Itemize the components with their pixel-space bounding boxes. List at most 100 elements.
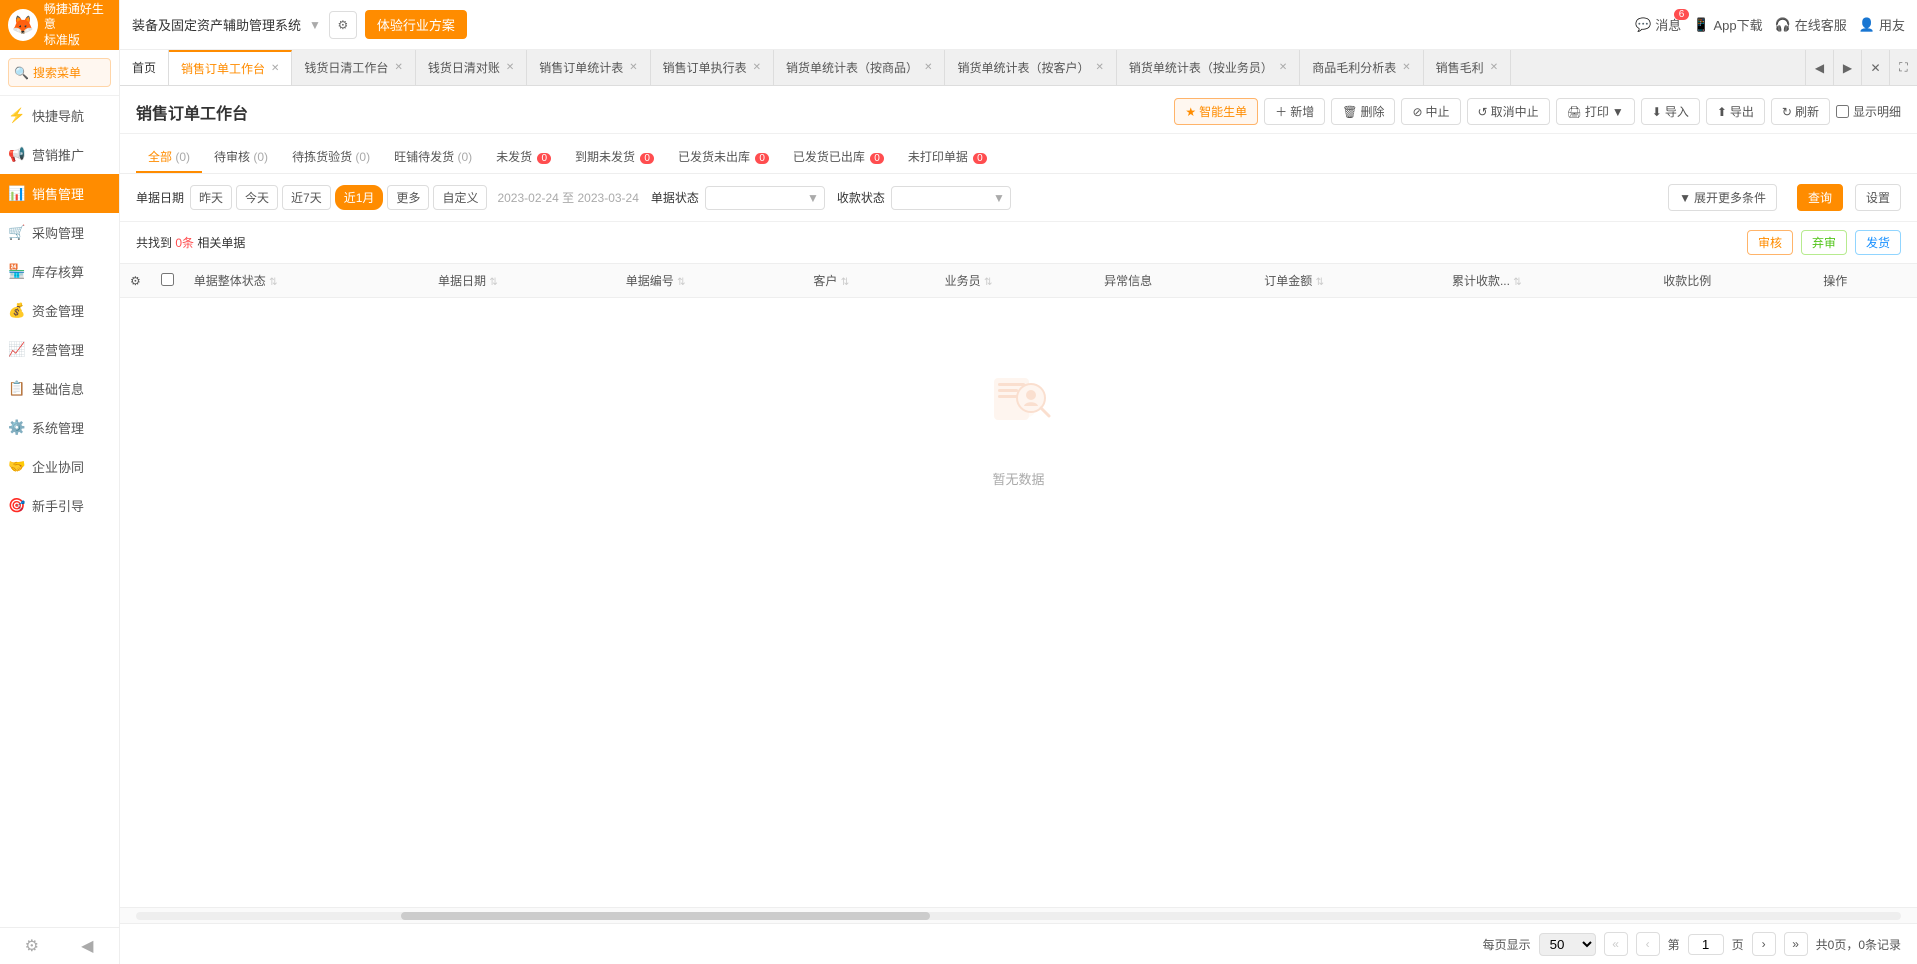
tab-close-all-button[interactable]: ✕ xyxy=(1861,50,1889,86)
prev-page-button[interactable]: ‹ xyxy=(1636,932,1660,956)
sidebar-item-inventory[interactable]: 🏪 库存核算 xyxy=(0,252,119,291)
filter-settings-button[interactable]: 设置 xyxy=(1855,184,1901,211)
sub-tab-shipped-out[interactable]: 已发货已出库 0 xyxy=(781,142,896,173)
payment-select[interactable] xyxy=(891,186,1011,210)
industry-plan-button[interactable]: 体验行业方案 xyxy=(365,10,467,39)
import-button[interactable]: ⬇ 导入 xyxy=(1641,98,1700,125)
ship-button[interactable]: 发货 xyxy=(1855,230,1901,255)
col-settings[interactable]: ⚙ xyxy=(120,264,151,298)
page-size-select[interactable]: 50 100 200 xyxy=(1539,933,1596,956)
smart-create-button[interactable]: ★ 智能生单 xyxy=(1174,98,1258,125)
tab-sales-more[interactable]: 销售毛利 ✕ xyxy=(1424,50,1511,86)
tab-close-goods-margin[interactable]: ✕ xyxy=(1402,62,1410,73)
money-icon: 💰 xyxy=(8,302,26,319)
query-button[interactable]: 查询 xyxy=(1797,184,1843,211)
sidebar-search-button[interactable]: 🔍 搜索菜单 xyxy=(8,58,111,87)
sidebar-item-system[interactable]: ⚙️ 系统管理 xyxy=(0,408,119,447)
tab-home[interactable]: 首页 xyxy=(120,50,169,86)
refresh-button[interactable]: ↻ 刷新 xyxy=(1771,98,1830,125)
stop-button[interactable]: ⊘ 中止 xyxy=(1401,98,1460,125)
scrollbar-thumb[interactable] xyxy=(401,912,931,920)
topbar-right-area: 💬 消息 6 📱 App下载 🎧 在线客服 👤 用友 xyxy=(1635,15,1905,34)
tab-sales-stats[interactable]: 销售订单统计表 ✕ xyxy=(527,50,650,86)
tab-goods-margin[interactable]: 商品毛利分析表 ✕ xyxy=(1300,50,1423,86)
tab-close-cash-reconcile[interactable]: ✕ xyxy=(506,62,514,73)
first-page-button[interactable]: « xyxy=(1604,932,1628,956)
tab-scroll-left-button[interactable]: ◀ xyxy=(1805,50,1833,86)
tab-close-cash-daily[interactable]: ✕ xyxy=(394,62,402,73)
date-btn-7days[interactable]: 近7天 xyxy=(282,185,331,210)
cancel-audit-button[interactable]: 弃审 xyxy=(1801,230,1847,255)
tab-close-sales-exec[interactable]: ✕ xyxy=(753,62,761,73)
tab-cargo-stats-staff[interactable]: 销货单统计表（按业务员） ✕ xyxy=(1117,50,1300,86)
cancel-stop-button[interactable]: ↺ 取消中止 xyxy=(1467,98,1550,125)
tab-scroll-right-button[interactable]: ▶ xyxy=(1833,50,1861,86)
export-button[interactable]: ⬆ 导出 xyxy=(1706,98,1765,125)
tab-sales-order[interactable]: 销售订单工作台 ✕ xyxy=(169,50,292,86)
sub-tab-pending-review[interactable]: 待审核 (0) xyxy=(202,142,280,173)
online-service-button[interactable]: 🎧 在线客服 xyxy=(1775,15,1847,34)
col-customer[interactable]: 客户 ⇅ xyxy=(803,264,934,298)
sidebar-item-finance[interactable]: 💰 资金管理 xyxy=(0,291,119,330)
show-detail-checkbox[interactable] xyxy=(1836,105,1849,118)
col-amount[interactable]: 订单金额 ⇅ xyxy=(1254,264,1442,298)
tab-close-cargo-staff[interactable]: ✕ xyxy=(1279,62,1287,73)
date-btn-more[interactable]: 更多 xyxy=(387,185,429,210)
delete-button[interactable]: 🗑 删除 xyxy=(1331,98,1395,125)
date-btn-yesterday[interactable]: 昨天 xyxy=(190,185,232,210)
tab-cargo-stats-cust[interactable]: 销货单统计表（按客户） ✕ xyxy=(945,50,1116,86)
last-page-button[interactable]: » xyxy=(1784,932,1808,956)
col-number[interactable]: 单据编号 ⇅ xyxy=(616,264,804,298)
status-select[interactable] xyxy=(705,186,825,210)
page-number-input[interactable] xyxy=(1688,934,1724,955)
tab-cargo-stats-prod[interactable]: 销货单统计表（按商品） ✕ xyxy=(774,50,945,86)
tab-close-sales-order[interactable]: ✕ xyxy=(271,63,279,74)
sidebar-item-enterprise[interactable]: 🤝 企业协同 xyxy=(0,447,119,486)
sidebar-item-base-info[interactable]: 📋 基础信息 xyxy=(0,369,119,408)
sub-tab-unshipped[interactable]: 未发货 0 xyxy=(484,142,563,173)
tab-cash-daily[interactable]: 钱货日清工作台 ✕ xyxy=(292,50,415,86)
settings-bottom-button[interactable]: ⚙ xyxy=(8,936,56,956)
table-scroll-area[interactable]: ⚙ 单据整体状态 ⇅ 单据日期 ⇅ 单据编号 xyxy=(120,263,1917,907)
message-button[interactable]: 💬 消息 6 xyxy=(1635,15,1681,34)
tab-cash-reconcile[interactable]: 钱货日清对账 ✕ xyxy=(416,50,527,86)
col-staff[interactable]: 业务员 ⇅ xyxy=(935,264,1094,298)
sub-tab-unprinted[interactable]: 未打印单据 0 xyxy=(896,142,999,173)
horizontal-scrollbar[interactable] xyxy=(120,907,1917,923)
tab-sales-exec[interactable]: 销售订单执行表 ✕ xyxy=(651,50,774,86)
col-collected[interactable]: 累计收款... ⇅ xyxy=(1442,264,1653,298)
tab-close-cargo-prod[interactable]: ✕ xyxy=(924,62,932,73)
next-page-button[interactable]: › xyxy=(1752,932,1776,956)
print-button[interactable]: 🖨 打印 ▼ xyxy=(1556,98,1635,125)
date-btn-custom[interactable]: 自定义 xyxy=(433,185,487,210)
sidebar-item-sales[interactable]: 📊 销售管理 xyxy=(0,174,119,213)
sub-tab-wangpu-ship[interactable]: 旺铺待发货 (0) xyxy=(382,142,484,173)
app-download-button[interactable]: 📱 App下载 xyxy=(1693,15,1762,34)
sidebar-item-operations[interactable]: 📈 经营管理 xyxy=(0,330,119,369)
expand-filter-button[interactable]: ▼ 展开更多条件 xyxy=(1668,184,1777,211)
date-btn-today[interactable]: 今天 xyxy=(236,185,278,210)
col-ratio: 收款比例 xyxy=(1653,264,1813,298)
sub-tab-shipped-not-out[interactable]: 已发货未出库 0 xyxy=(666,142,781,173)
sub-tab-pending-inspect[interactable]: 待拣货验货 (0) xyxy=(280,142,382,173)
sub-tab-expired-unshipped[interactable]: 到期未发货 0 xyxy=(563,142,666,173)
date-btn-1month[interactable]: 近1月 xyxy=(335,185,384,210)
sidebar-item-quick-nav[interactable]: ⚡ 快捷导航 xyxy=(0,96,119,135)
audit-button[interactable]: 审核 xyxy=(1747,230,1793,255)
tab-close-sales-stats[interactable]: ✕ xyxy=(629,62,637,73)
sidebar-item-purchase[interactable]: 🛒 采购管理 xyxy=(0,213,119,252)
col-checkbox[interactable] xyxy=(151,264,184,298)
tab-close-sales-more[interactable]: ✕ xyxy=(1490,62,1498,73)
collapse-button[interactable]: ◀ xyxy=(64,936,112,956)
new-button[interactable]: ＋ 新增 xyxy=(1264,98,1325,125)
select-all-checkbox[interactable] xyxy=(161,273,174,286)
sidebar-item-guide[interactable]: 🎯 新手引导 xyxy=(0,486,119,525)
user-button[interactable]: 👤 用友 xyxy=(1859,15,1905,34)
tab-fullscreen-button[interactable]: ⛶ xyxy=(1889,50,1917,86)
col-date[interactable]: 单据日期 ⇅ xyxy=(428,264,616,298)
sub-tab-all[interactable]: 全部 (0) xyxy=(136,142,202,173)
col-status[interactable]: 单据整体状态 ⇅ xyxy=(184,264,428,298)
topbar-settings-button[interactable]: ⚙ xyxy=(329,11,357,39)
tab-close-cargo-cust[interactable]: ✕ xyxy=(1095,62,1103,73)
sidebar-item-marketing[interactable]: 📢 营销推广 xyxy=(0,135,119,174)
